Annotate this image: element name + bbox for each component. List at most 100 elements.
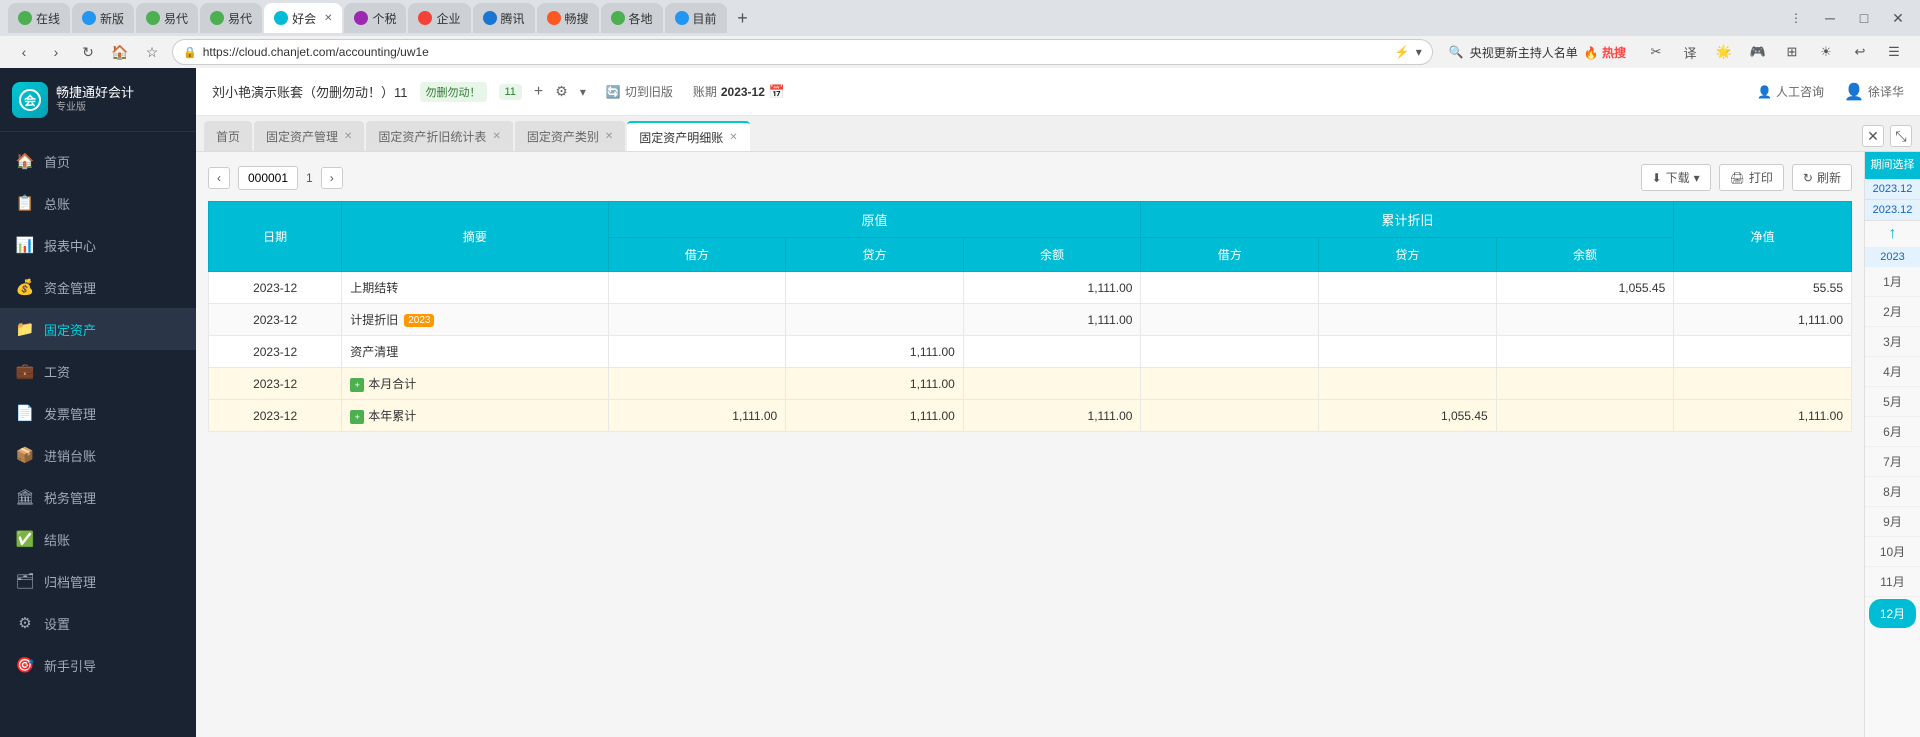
refresh-icon: ↻ [1803,171,1813,185]
sidebar-item-label: 归档管理 [44,572,96,591]
sidebar-item-purchase-sales[interactable]: 📦 进销台账 [0,434,196,476]
add-company-button[interactable]: + [534,83,543,101]
consultant-button[interactable]: 👤 人工咨询 [1749,79,1832,104]
tab-depreciation-stats[interactable]: 固定资产折旧统计表 ✕ [366,121,512,151]
period-month-item[interactable]: 11月 [1865,567,1920,597]
sidebar-item-home[interactable]: 🏠 首页 [0,140,196,182]
tab-home[interactable]: 首页 [204,121,252,151]
sidebar-item-archive[interactable]: 🗂 归档管理 [0,560,196,602]
tab-tengxun[interactable]: 腾讯 [473,3,535,33]
maximize-button[interactable]: □ [1850,7,1878,29]
tab-qiye[interactable]: 企业 [408,3,470,33]
menu-icon[interactable]: ☰ [1880,40,1908,64]
game-icon[interactable]: 🎮 [1744,40,1772,64]
content-main: ‹ 1 › ⬇ 下载 ▾ 🖨 打印 [196,152,1864,737]
table-cell-date: 2023-12 [209,272,342,304]
scroll-up-button[interactable]: ↑ [1865,221,1920,247]
user-info[interactable]: 👤 徐译华 [1844,82,1904,102]
collapse-button[interactable]: ✕ [1862,125,1884,147]
period-month-item[interactable]: 1月 [1865,267,1920,297]
close-window-button[interactable]: ✕ [1884,7,1912,29]
tab-more-button[interactable]: ⋮ [1782,4,1810,32]
tab-new[interactable]: 新版 [72,3,134,33]
tab-geshui[interactable]: 个税 [344,3,406,33]
accum-balance-header: 余额 [1496,238,1674,272]
sidebar-item-general-ledger[interactable]: 📋 总账 [0,182,196,224]
tab-yidai1[interactable]: 易代 [136,3,198,33]
brightness-icon[interactable]: ☀ [1812,40,1840,64]
switch-to-old-button[interactable]: 🔄 切到旧版 [598,79,681,104]
download-button[interactable]: ⬇ 下载 ▾ [1641,164,1711,191]
sidebar-item-closing[interactable]: ✅ 结账 [0,518,196,560]
home-button[interactable]: 🏠 [108,40,132,64]
tab-asset-detail-ledger[interactable]: 固定资产明细账 ✕ [627,121,749,151]
next-page-button[interactable]: › [321,167,343,189]
period-month-item[interactable]: 8月 [1865,477,1920,507]
tab-asset-category[interactable]: 固定资产类别 ✕ [515,121,625,151]
table-cell-date: 2023-12 [209,304,342,336]
reload-button[interactable]: ↻ [76,40,100,64]
period-selector[interactable]: 账期 2023-12 📅 [693,83,785,100]
table-cell-accum-balance: 1,055.45 [1496,272,1674,304]
sidebar-item-fixed-assets[interactable]: 📁 固定资产 [0,308,196,350]
sidebar-item-guide[interactable]: 🎯 新手引导 [0,644,196,686]
minimize-button[interactable]: ─ [1816,7,1844,29]
period-month-item[interactable]: 9月 [1865,507,1920,537]
sidebar-item-settings[interactable]: ⚙ 设置 [0,602,196,644]
tab-gedi[interactable]: 各地 [601,3,663,33]
tab-close-icon[interactable]: ✕ [492,131,500,142]
new-tab-button[interactable]: + [729,4,757,32]
tab-favicon [354,11,368,25]
period-month-item[interactable]: 10月 [1865,537,1920,567]
period-month-item[interactable]: 6月 [1865,417,1920,447]
tab-close-icon[interactable]: ✕ [605,131,613,142]
back-button[interactable]: ‹ [12,40,36,64]
hot-search-label[interactable]: 🔥 热搜 [1584,44,1626,61]
wallet-icon[interactable]: 🌟 [1710,40,1738,64]
dropdown-arrow-icon[interactable]: ▾ [580,85,586,99]
original-value-header: 原值 [608,202,1141,238]
period-month-item[interactable]: 4月 [1865,357,1920,387]
period-date-from[interactable]: 2023.12 [1865,179,1920,200]
tab-fixed-assets-management[interactable]: 固定资产管理 ✕ [254,121,364,151]
scissors-icon[interactable]: ✂ [1642,40,1670,64]
sidebar-item-tax[interactable]: 🏛 税务管理 [0,476,196,518]
undo-icon[interactable]: ↩ [1846,40,1874,64]
period-month-item[interactable]: 2月 [1865,297,1920,327]
tab-close-icon[interactable]: ✕ [324,13,332,24]
sidebar-item-invoices[interactable]: 📄 发票管理 [0,392,196,434]
summary-header: 摘要 [342,202,608,272]
page-code-input[interactable] [238,166,298,190]
translate-icon[interactable]: 译 [1676,40,1704,64]
period-label: 账期 [693,83,717,100]
fullscreen-button[interactable]: ⤡ [1890,125,1912,147]
tab-online[interactable]: 在线 [8,3,70,33]
table-cell-orig-balance [963,368,1141,400]
period-month-item[interactable]: 5月 [1865,387,1920,417]
tab-close-icon[interactable]: ✕ [344,131,352,142]
tab-chang[interactable]: 畅搜 [537,3,599,33]
tab-close-icon[interactable]: ✕ [729,132,737,143]
period-month-item[interactable]: 7月 [1865,447,1920,477]
sidebar-item-payroll[interactable]: 💼 工资 [0,350,196,392]
grid-icon[interactable]: ⊞ [1778,40,1806,64]
sidebar-item-funds[interactable]: 💰 资金管理 [0,266,196,308]
settings-dropdown-icon[interactable]: ⚙ [555,83,568,100]
sidebar-item-reports[interactable]: 📊 报表中心 [0,224,196,266]
address-bar[interactable]: 🔒 https://cloud.chanjet.com/accounting/u… [172,39,1433,65]
tab-yidai2[interactable]: 易代 [200,3,262,33]
refresh-button[interactable]: ↻ 刷新 [1792,164,1852,191]
search-text: 央视更新主持人名单 [1470,44,1578,61]
forward-button[interactable]: › [44,40,68,64]
tab-muqian[interactable]: 目前 [665,3,727,33]
tab-haokuai[interactable]: 好会 ✕ [264,3,342,33]
assets-icon: 📁 [16,320,34,338]
sidebar: 会 畅捷通好会计 专业版 🏠 首页 📋 总账 📊 报表中心 💰 资金管理 [0,68,196,737]
sidebar-item-label: 新手引导 [44,656,96,675]
bookmark-button[interactable]: ☆ [140,40,164,64]
prev-page-button[interactable]: ‹ [208,167,230,189]
period-month-item[interactable]: 12月 [1869,599,1916,629]
period-month-item[interactable]: 3月 [1865,327,1920,357]
period-date-to[interactable]: 2023.12 [1865,200,1920,221]
print-button[interactable]: 🖨 打印 [1719,164,1784,191]
